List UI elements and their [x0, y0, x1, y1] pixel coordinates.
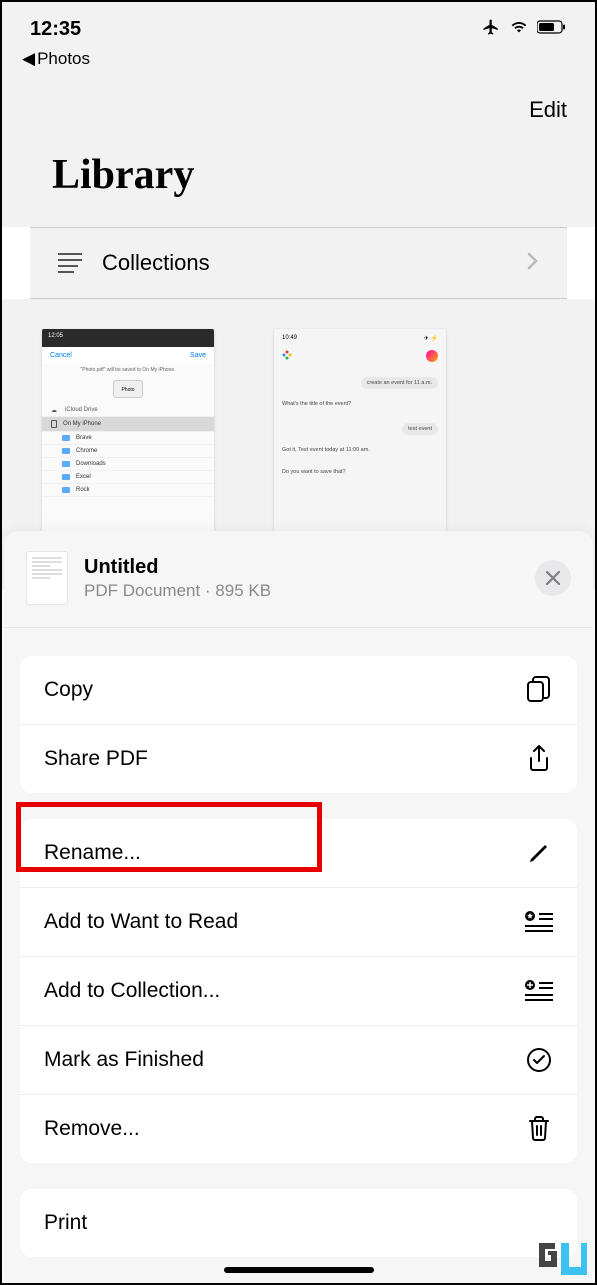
checkmark-circle-icon: [525, 1046, 553, 1074]
status-indicators: [481, 18, 567, 41]
page-title: Library: [30, 151, 567, 217]
trash-icon: [525, 1115, 553, 1143]
battery-icon: [537, 20, 567, 39]
back-label: Photos: [37, 49, 90, 69]
close-button[interactable]: [535, 560, 571, 596]
back-button[interactable]: ◀ Photos: [2, 47, 595, 77]
printer-icon: [525, 1209, 553, 1237]
action-group-2: Rename... Add to Want to Read Add to Col…: [20, 819, 577, 1163]
watermark: [537, 1235, 587, 1275]
collections-row[interactable]: Collections: [30, 227, 567, 299]
thumb1-device: On My iPhone: [42, 417, 214, 432]
share-pdf-action[interactable]: Share PDF: [20, 725, 577, 793]
share-label: Share PDF: [44, 747, 148, 771]
want-read-label: Add to Want to Read: [44, 910, 238, 934]
thumb1-folder: Excel: [42, 471, 214, 484]
edit-button[interactable]: Edit: [529, 97, 567, 123]
document-title: Untitled: [84, 556, 519, 579]
add-to-collection-action[interactable]: Add to Collection...: [20, 957, 577, 1026]
status-time: 12:35: [30, 18, 81, 41]
rename-action[interactable]: Rename...: [20, 819, 577, 888]
pencil-icon: [525, 839, 553, 867]
header: Edit Library: [2, 77, 595, 227]
thumb1-time: 12:05: [48, 333, 63, 339]
sheet-header: Untitled PDF Document · 895 KB: [4, 531, 593, 628]
remove-action[interactable]: Remove...: [20, 1095, 577, 1163]
copy-icon: [525, 676, 553, 704]
star-list-icon: [525, 908, 553, 936]
status-bar: 12:35: [2, 2, 595, 47]
add-want-to-read-action[interactable]: Add to Want to Read: [20, 888, 577, 957]
document-subtitle: PDF Document · 895 KB: [84, 581, 519, 601]
share-sheet: Untitled PDF Document · 895 KB Copy Shar…: [4, 531, 593, 1283]
plus-list-icon: [525, 977, 553, 1005]
thumb2-assistant: [282, 350, 438, 362]
thumb1-icloud: ☁iCloud Drive: [42, 404, 214, 417]
thumb1-save: Save: [190, 352, 206, 359]
copy-label: Copy: [44, 678, 93, 702]
list-icon: [58, 253, 82, 273]
document-preview-icon: [26, 551, 68, 605]
thumb2-bubble: test event: [402, 423, 438, 435]
thumb1-folder: Downloads: [42, 458, 214, 471]
print-label: Print: [44, 1211, 87, 1235]
remove-label: Remove...: [44, 1117, 140, 1141]
thumb2-time: 10:49✈ ⚡: [282, 335, 438, 342]
chevron-right-icon: [527, 250, 539, 276]
home-indicator[interactable]: [224, 1267, 374, 1273]
action-group-1: Copy Share PDF: [20, 656, 577, 793]
thumb1-cancel: Cancel: [50, 352, 72, 359]
back-chevron-icon: ◀: [22, 49, 35, 69]
document-thumbnail-1[interactable]: 12:05 Cancel Save "Photo.pdf" will be sa…: [42, 329, 214, 559]
collection-label: Add to Collection...: [44, 979, 220, 1003]
share-icon: [525, 745, 553, 773]
mark-finished-action[interactable]: Mark as Finished: [20, 1026, 577, 1095]
thumb2-text: Do you want to save that?: [282, 469, 438, 475]
copy-action[interactable]: Copy: [20, 656, 577, 725]
thumb2-text: Got it, Test event today at 11:00 am.: [282, 447, 438, 453]
thumb1-folder: Brave: [42, 432, 214, 445]
rename-label: Rename...: [44, 841, 141, 865]
print-action[interactable]: Print: [20, 1189, 577, 1257]
airplane-mode-icon: [481, 18, 501, 41]
wifi-icon: [509, 19, 529, 40]
document-thumbnail-2[interactable]: 10:49✈ ⚡ create an event for 11 a.m. Wha…: [274, 329, 446, 559]
thumb1-chip: Photo: [113, 380, 143, 398]
thumb1-subtitle: "Photo.pdf" will be saved to On My iPhon…: [42, 364, 214, 376]
thumb1-folder: Rock: [42, 484, 214, 497]
collections-label: Collections: [102, 250, 507, 276]
thumb2-bubble: create an event for 11 a.m.: [361, 377, 438, 389]
thumb2-text: What's the title of the event?: [282, 401, 438, 407]
thumb1-folder: Chrome: [42, 445, 214, 458]
action-group-3: Print: [20, 1189, 577, 1257]
finished-label: Mark as Finished: [44, 1048, 204, 1072]
